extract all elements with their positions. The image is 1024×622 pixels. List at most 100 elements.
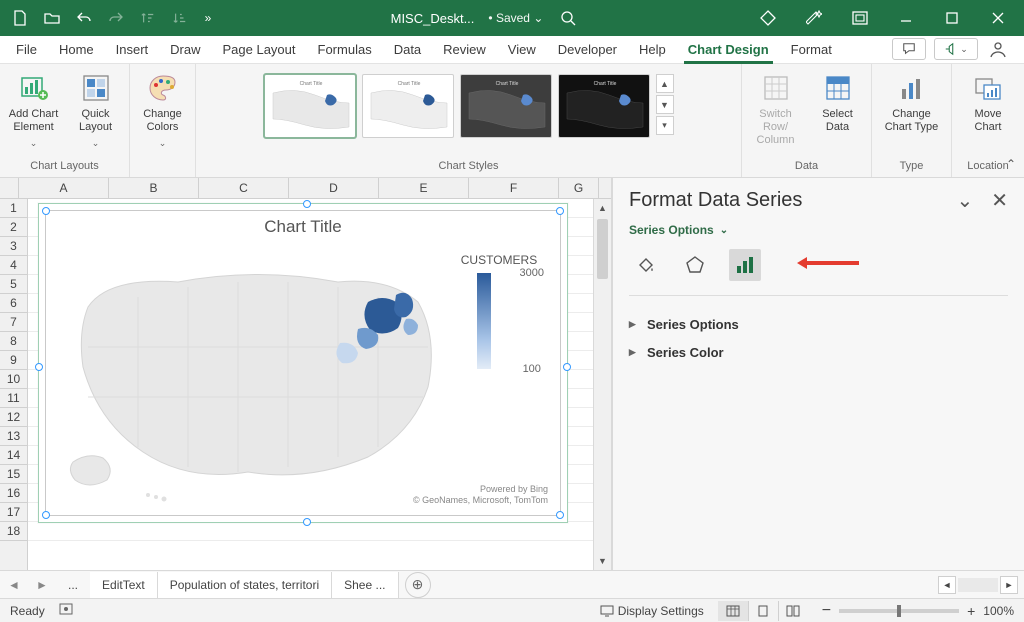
hscroll-right[interactable]: ► bbox=[1000, 576, 1018, 594]
scroll-thumb[interactable] bbox=[597, 219, 608, 279]
row-header[interactable]: 9 bbox=[0, 351, 27, 370]
row-header[interactable]: 6 bbox=[0, 294, 27, 313]
tab-draw[interactable]: Draw bbox=[168, 38, 202, 63]
sheet-nav-prev[interactable]: ◄ bbox=[0, 578, 28, 592]
chart-style-2[interactable]: Chart Title bbox=[362, 74, 454, 138]
pane-collapse-icon[interactable]: ⌄ bbox=[956, 188, 973, 213]
tab-format[interactable]: Format bbox=[789, 38, 834, 63]
pen-sparkle-icon[interactable] bbox=[792, 0, 836, 36]
maximize-button[interactable] bbox=[930, 0, 974, 36]
col-header[interactable]: A bbox=[19, 178, 109, 198]
chart-style-1[interactable]: Chart Title bbox=[264, 74, 356, 138]
scroll-up-icon[interactable]: ▲ bbox=[594, 199, 611, 217]
change-chart-type-button[interactable]: Change Chart Type bbox=[884, 68, 940, 134]
vertical-scrollbar[interactable]: ▲ ▼ bbox=[593, 199, 611, 570]
row-header[interactable]: 16 bbox=[0, 484, 27, 503]
chart-styles-more[interactable]: ▾ bbox=[656, 116, 674, 135]
chart-style-4[interactable]: Chart Title bbox=[558, 74, 650, 138]
col-header[interactable]: B bbox=[109, 178, 199, 198]
macro-record-icon[interactable] bbox=[59, 602, 75, 619]
col-header[interactable]: G bbox=[559, 178, 599, 198]
tab-home[interactable]: Home bbox=[57, 38, 96, 63]
chart-object[interactable]: Chart Title bbox=[38, 203, 568, 523]
zoom-percent[interactable]: 100% bbox=[983, 604, 1014, 618]
effects-pentagon-icon[interactable] bbox=[679, 249, 711, 281]
col-header[interactable]: C bbox=[199, 178, 289, 198]
tab-formulas[interactable]: Formulas bbox=[316, 38, 374, 63]
hscroll-left[interactable]: ◄ bbox=[938, 576, 956, 594]
row-header[interactable]: 15 bbox=[0, 465, 27, 484]
close-button[interactable] bbox=[976, 0, 1020, 36]
row-header[interactable]: 8 bbox=[0, 332, 27, 351]
new-file-icon[interactable] bbox=[6, 4, 34, 32]
normal-view-icon[interactable] bbox=[718, 601, 748, 621]
diamond-icon[interactable] bbox=[746, 0, 790, 36]
series-color-section[interactable]: ▸Series Color bbox=[629, 338, 1008, 366]
row-header[interactable]: 10 bbox=[0, 370, 27, 389]
row-header[interactable]: 2 bbox=[0, 218, 27, 237]
redo-icon[interactable] bbox=[102, 4, 130, 32]
col-header[interactable]: D bbox=[289, 178, 379, 198]
zoom-in-button[interactable]: + bbox=[967, 603, 975, 619]
sheet-tab[interactable]: Population of states, territori bbox=[158, 572, 332, 598]
row-header[interactable]: 1 bbox=[0, 199, 27, 218]
new-sheet-button[interactable]: ⊕ bbox=[405, 572, 431, 598]
chart-styles-up[interactable]: ▲ bbox=[656, 74, 674, 93]
sheet-tab[interactable]: EditText bbox=[90, 572, 158, 598]
save-status[interactable]: • Saved ⌄ bbox=[488, 11, 543, 25]
tab-help[interactable]: Help bbox=[637, 38, 668, 63]
move-chart-button[interactable]: Move Chart bbox=[960, 68, 1016, 134]
row-header[interactable]: 14 bbox=[0, 446, 27, 465]
col-header[interactable]: E bbox=[379, 178, 469, 198]
comments-button[interactable] bbox=[892, 38, 926, 60]
open-file-icon[interactable] bbox=[38, 4, 66, 32]
chart-styles-down[interactable]: ▼ bbox=[656, 95, 674, 114]
select-all-corner[interactable] bbox=[0, 178, 19, 198]
series-options-section[interactable]: ▸Series Options bbox=[629, 310, 1008, 338]
fill-bucket-icon[interactable] bbox=[629, 249, 661, 281]
display-settings-button[interactable]: Display Settings bbox=[600, 604, 704, 618]
series-options-bar-icon[interactable] bbox=[729, 249, 761, 281]
sheet-nav-next[interactable]: ► bbox=[28, 578, 56, 592]
sheet-tab[interactable]: Shee ... bbox=[332, 572, 398, 598]
row-header[interactable]: 12 bbox=[0, 408, 27, 427]
sort-desc-icon[interactable] bbox=[166, 4, 194, 32]
col-header[interactable]: F bbox=[469, 178, 559, 198]
tab-chart-design[interactable]: Chart Design bbox=[686, 38, 771, 63]
row-header[interactable]: 4 bbox=[0, 256, 27, 275]
tab-data[interactable]: Data bbox=[392, 38, 423, 63]
scroll-down-icon[interactable]: ▼ bbox=[594, 552, 611, 570]
tab-view[interactable]: View bbox=[506, 38, 538, 63]
collapse-ribbon-icon[interactable]: ⌃ bbox=[1006, 157, 1016, 171]
sort-asc-icon[interactable] bbox=[134, 4, 162, 32]
tab-file[interactable]: File bbox=[14, 38, 39, 63]
undo-icon[interactable] bbox=[70, 4, 98, 32]
add-chart-element-button[interactable]: Add Chart Element⌄ bbox=[6, 68, 62, 149]
zoom-out-button[interactable]: − bbox=[822, 602, 831, 620]
quick-layout-button[interactable]: Quick Layout⌄ bbox=[68, 68, 124, 149]
pane-close-icon[interactable]: ✕ bbox=[991, 188, 1008, 213]
share-button[interactable]: ⌄ bbox=[934, 38, 978, 60]
tab-insert[interactable]: Insert bbox=[114, 38, 151, 63]
hscroll-track[interactable] bbox=[958, 578, 998, 592]
tab-page-layout[interactable]: Page Layout bbox=[221, 38, 298, 63]
chart-style-3[interactable]: Chart Title bbox=[460, 74, 552, 138]
sheet-tab-overflow[interactable]: ... bbox=[56, 572, 90, 598]
account-icon[interactable] bbox=[986, 37, 1010, 61]
row-header[interactable]: 17 bbox=[0, 503, 27, 522]
search-icon[interactable] bbox=[557, 7, 579, 29]
row-header[interactable]: 11 bbox=[0, 389, 27, 408]
page-break-view-icon[interactable] bbox=[778, 601, 808, 621]
page-layout-view-icon[interactable] bbox=[748, 601, 778, 621]
worksheet[interactable]: A B C D E F G 12345678910111213141516171… bbox=[0, 178, 612, 570]
qat-overflow-icon[interactable]: » bbox=[198, 4, 218, 32]
tab-developer[interactable]: Developer bbox=[556, 38, 619, 63]
select-data-button[interactable]: Select Data bbox=[810, 68, 866, 134]
row-header[interactable]: 5 bbox=[0, 275, 27, 294]
series-options-dropdown[interactable]: Series Options ⌄ bbox=[629, 223, 1008, 237]
minimize-button[interactable] bbox=[884, 0, 928, 36]
row-header[interactable]: 7 bbox=[0, 313, 27, 332]
row-header[interactable]: 18 bbox=[0, 522, 27, 541]
tab-review[interactable]: Review bbox=[441, 38, 488, 63]
map-chart[interactable] bbox=[58, 247, 458, 507]
